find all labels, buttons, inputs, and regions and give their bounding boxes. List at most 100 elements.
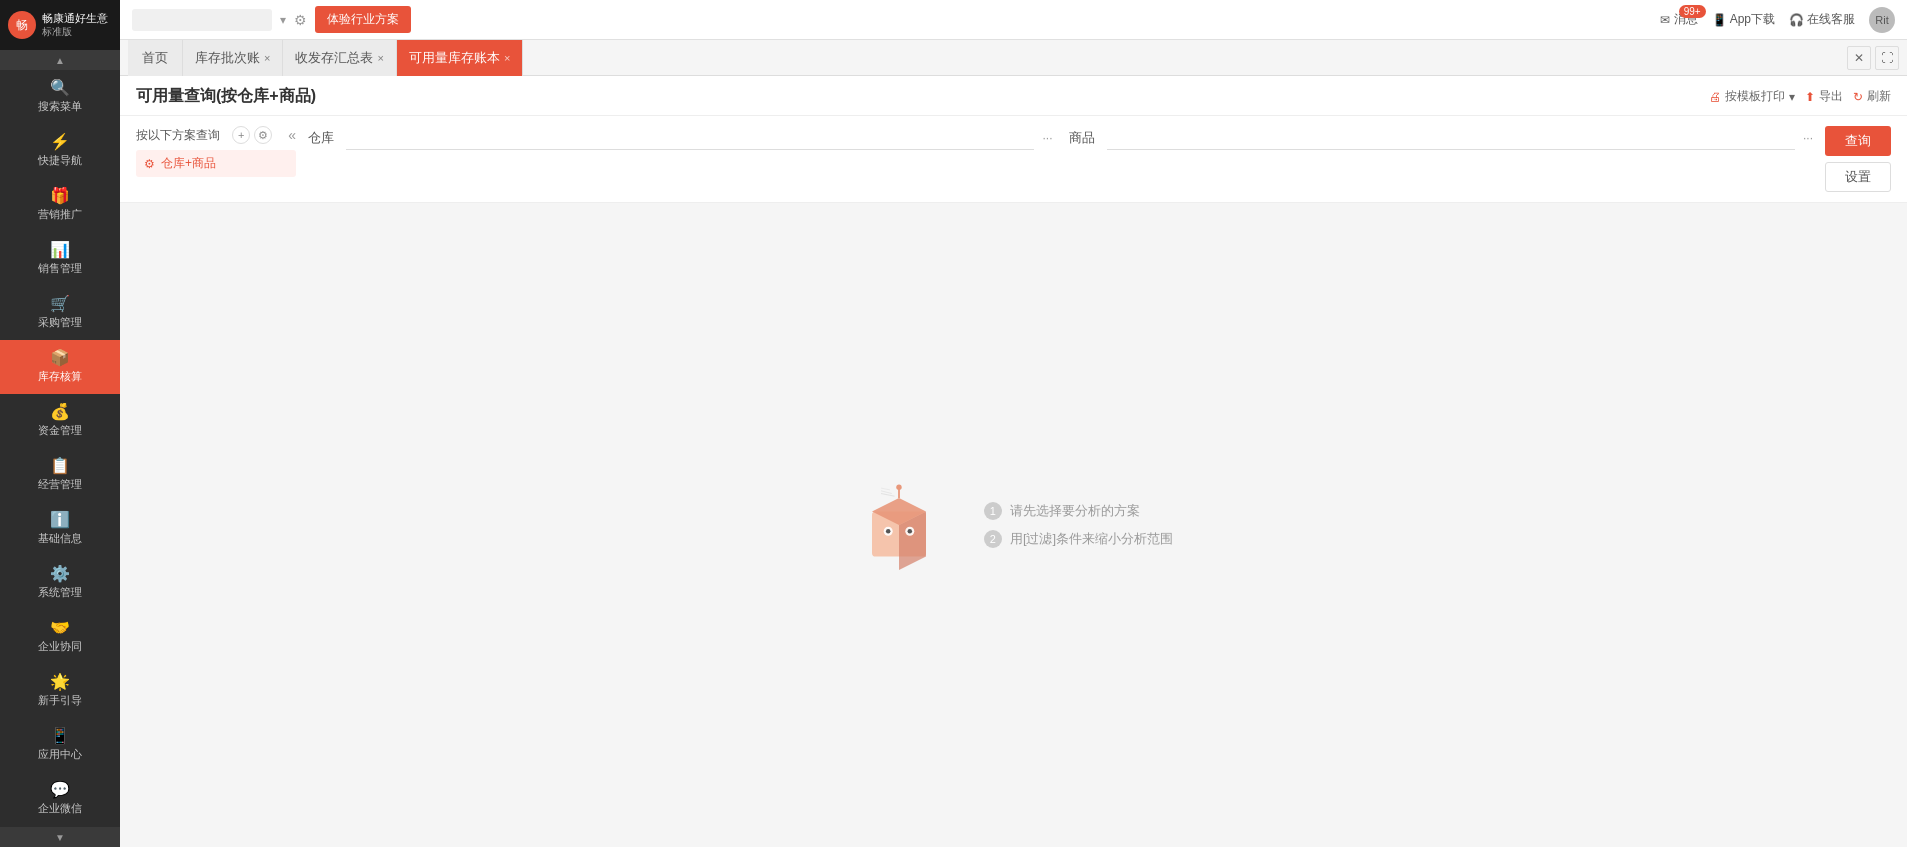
query-area: 按以下方案查询 + ⚙ « ⚙ 仓库+商品 仓库 ··· [120, 116, 1907, 203]
product-input[interactable] [1107, 126, 1795, 150]
marketing-icon: 🎁 [50, 188, 70, 204]
tab-home[interactable]: 首页 [128, 40, 183, 76]
notification-btn[interactable]: ✉ 消息 99+ [1660, 11, 1698, 28]
query-button[interactable]: 查询 [1825, 126, 1891, 156]
tab-summary-close[interactable]: × [377, 52, 383, 64]
sidebar-nav: 🔍搜索菜单 ⚡快捷导航 🎁营销推广 📊销售管理 🛒采购管理 📦库存核算 💰资金管… [0, 70, 120, 827]
svg-line-10 [881, 491, 892, 494]
avatar[interactable]: Rit [1869, 7, 1895, 33]
warehouse-more-btn[interactable]: ··· [1042, 131, 1052, 145]
tab-summary[interactable]: 收发存汇总表 × [283, 40, 396, 76]
sidebar-item-purchase[interactable]: 🛒采购管理 [0, 286, 120, 340]
sidebar-item-apps[interactable]: 📱应用中心 [0, 718, 120, 772]
hint-1-text: 请先选择要分析的方案 [1010, 502, 1140, 520]
svg-point-5 [886, 529, 891, 534]
service-btn[interactable]: 🎧 在线客服 [1789, 11, 1855, 28]
query-schemes-panel: 按以下方案查询 + ⚙ « ⚙ 仓库+商品 [136, 126, 296, 177]
topbar-gear-icon[interactable]: ⚙ [294, 12, 307, 28]
hint-2-num: 2 [984, 530, 1002, 548]
topbar: ▾ ⚙ 体验行业方案 ✉ 消息 99+ 📱 App下载 🎧 在线客服 Rit [120, 0, 1907, 40]
page-header: 可用量查询(按仓库+商品) 🖨 按模板打印 ▾ ⬆ 导出 ↻ 刷新 [120, 76, 1907, 116]
refresh-icon: ↻ [1853, 90, 1863, 104]
sidebar-logo: 畅 [8, 11, 36, 39]
refresh-btn[interactable]: ↻ 刷新 [1853, 88, 1891, 105]
basic-icon: ℹ️ [50, 512, 70, 528]
tabs-right-actions: ✕ ⛶ [1847, 46, 1899, 70]
sidebar-item-inventory[interactable]: 📦库存核算 [0, 340, 120, 394]
warehouse-field: 仓库 ··· [308, 126, 1053, 150]
headset-icon: 🎧 [1789, 13, 1804, 27]
tab-available-close[interactable]: × [504, 52, 510, 64]
empty-state: 1 请先选择要分析的方案 2 用[过滤]条件来缩小分析范围 [120, 203, 1907, 847]
wechat-icon: 💬 [50, 782, 70, 798]
filter-fields: 仓库 ··· 商品 ··· [308, 126, 1813, 150]
collapse-schemes-btn[interactable]: « [288, 127, 296, 143]
sidebar-item-marketing[interactable]: 🎁营销推广 [0, 178, 120, 232]
query-btn-area: 查询 设置 [1825, 126, 1891, 192]
notification-icon: ✉ [1660, 13, 1670, 27]
sales-icon: 📊 [50, 242, 70, 258]
purchase-icon: 🛒 [50, 296, 70, 312]
scheme-item-warehouse-product[interactable]: ⚙ 仓库+商品 [136, 150, 296, 177]
svg-point-6 [907, 529, 912, 534]
finance-icon: 💰 [50, 404, 70, 420]
tab-batch-close[interactable]: × [264, 52, 270, 64]
warehouse-label: 仓库 [308, 129, 338, 147]
tab-expand-btn[interactable]: ⛶ [1875, 46, 1899, 70]
schemes-actions: + ⚙ [232, 126, 272, 144]
print-dropdown-icon: ▾ [1789, 90, 1795, 104]
apps-icon: 📱 [50, 728, 70, 744]
sidebar-subtitle: 标准版 [42, 25, 108, 39]
sidebar-scroll-up[interactable]: ▲ [0, 50, 120, 70]
topbar-search-input[interactable] [132, 9, 272, 31]
export-icon: ⬆ [1805, 90, 1815, 104]
print-btn[interactable]: 🖨 按模板打印 ▾ [1709, 88, 1795, 105]
export-btn[interactable]: ⬆ 导出 [1805, 88, 1843, 105]
sidebar-item-wechat[interactable]: 💬企业微信 [0, 772, 120, 826]
add-scheme-btn[interactable]: + [232, 126, 250, 144]
hint-1-num: 1 [984, 502, 1002, 520]
schemes-header: 按以下方案查询 + ⚙ « [136, 126, 296, 144]
sidebar-item-member[interactable]: 👑畅会员 [0, 826, 120, 827]
app-download-btn[interactable]: 📱 App下载 [1712, 11, 1775, 28]
corp-icon: 🤝 [50, 620, 70, 636]
system-icon: ⚙️ [50, 566, 70, 582]
scheme-icon: ⚙ [144, 157, 155, 171]
page-title: 可用量查询(按仓库+商品) [136, 86, 316, 107]
quicknav-icon: ⚡ [50, 134, 70, 150]
product-field: 商品 ··· [1069, 126, 1814, 150]
sidebar-item-newbie[interactable]: 🌟新手引导 [0, 664, 120, 718]
tabs: 首页 库存批次账 × 收发存汇总表 × 可用量库存账本 × ✕ ⛶ [120, 40, 1907, 76]
tab-available[interactable]: 可用量库存账本 × [397, 40, 523, 76]
sidebar-item-basic[interactable]: ℹ️基础信息 [0, 502, 120, 556]
svg-line-11 [881, 488, 890, 490]
product-label: 商品 [1069, 129, 1099, 147]
sidebar-item-finance[interactable]: 💰资金管理 [0, 394, 120, 448]
tab-batch[interactable]: 库存批次账 × [183, 40, 283, 76]
sidebar-item-operations[interactable]: 📋经营管理 [0, 448, 120, 502]
setting-button[interactable]: 设置 [1825, 162, 1891, 192]
print-icon: 🖨 [1709, 90, 1721, 104]
page-actions: 🖨 按模板打印 ▾ ⬆ 导出 ↻ 刷新 [1709, 88, 1891, 105]
sidebar-scroll-down[interactable]: ▼ [0, 827, 120, 847]
sidebar-item-sales[interactable]: 📊销售管理 [0, 232, 120, 286]
sidebar-item-quicknav[interactable]: ⚡快捷导航 [0, 124, 120, 178]
hint-2: 2 用[过滤]条件来缩小分析范围 [984, 530, 1173, 548]
topbar-dropdown-btn[interactable]: ▾ [280, 13, 286, 27]
sidebar-item-search[interactable]: 🔍搜索菜单 [0, 70, 120, 124]
scheme-settings-btn[interactable]: ⚙ [254, 126, 272, 144]
sidebar-item-corp[interactable]: 🤝企业协同 [0, 610, 120, 664]
sidebar-item-system[interactable]: ⚙️系统管理 [0, 556, 120, 610]
newbie-icon: 🌟 [50, 674, 70, 690]
product-more-btn[interactable]: ··· [1803, 131, 1813, 145]
notification-badge: 99+ [1679, 5, 1706, 18]
search-icon: 🔍 [50, 80, 70, 96]
sidebar-title: 畅康通好生意 [42, 11, 108, 25]
svg-line-9 [881, 494, 895, 497]
topbar-right: ✉ 消息 99+ 📱 App下载 🎧 在线客服 Rit [1660, 7, 1895, 33]
tab-close-btn[interactable]: ✕ [1847, 46, 1871, 70]
warehouse-input[interactable] [346, 126, 1034, 150]
empty-illustration: 1 请先选择要分析的方案 2 用[过滤]条件来缩小分析范围 [854, 480, 1173, 570]
trial-button[interactable]: 体验行业方案 [315, 6, 411, 33]
sidebar: 畅 畅康通好生意 标准版 ▲ 🔍搜索菜单 ⚡快捷导航 🎁营销推广 📊销售管理 🛒… [0, 0, 120, 847]
